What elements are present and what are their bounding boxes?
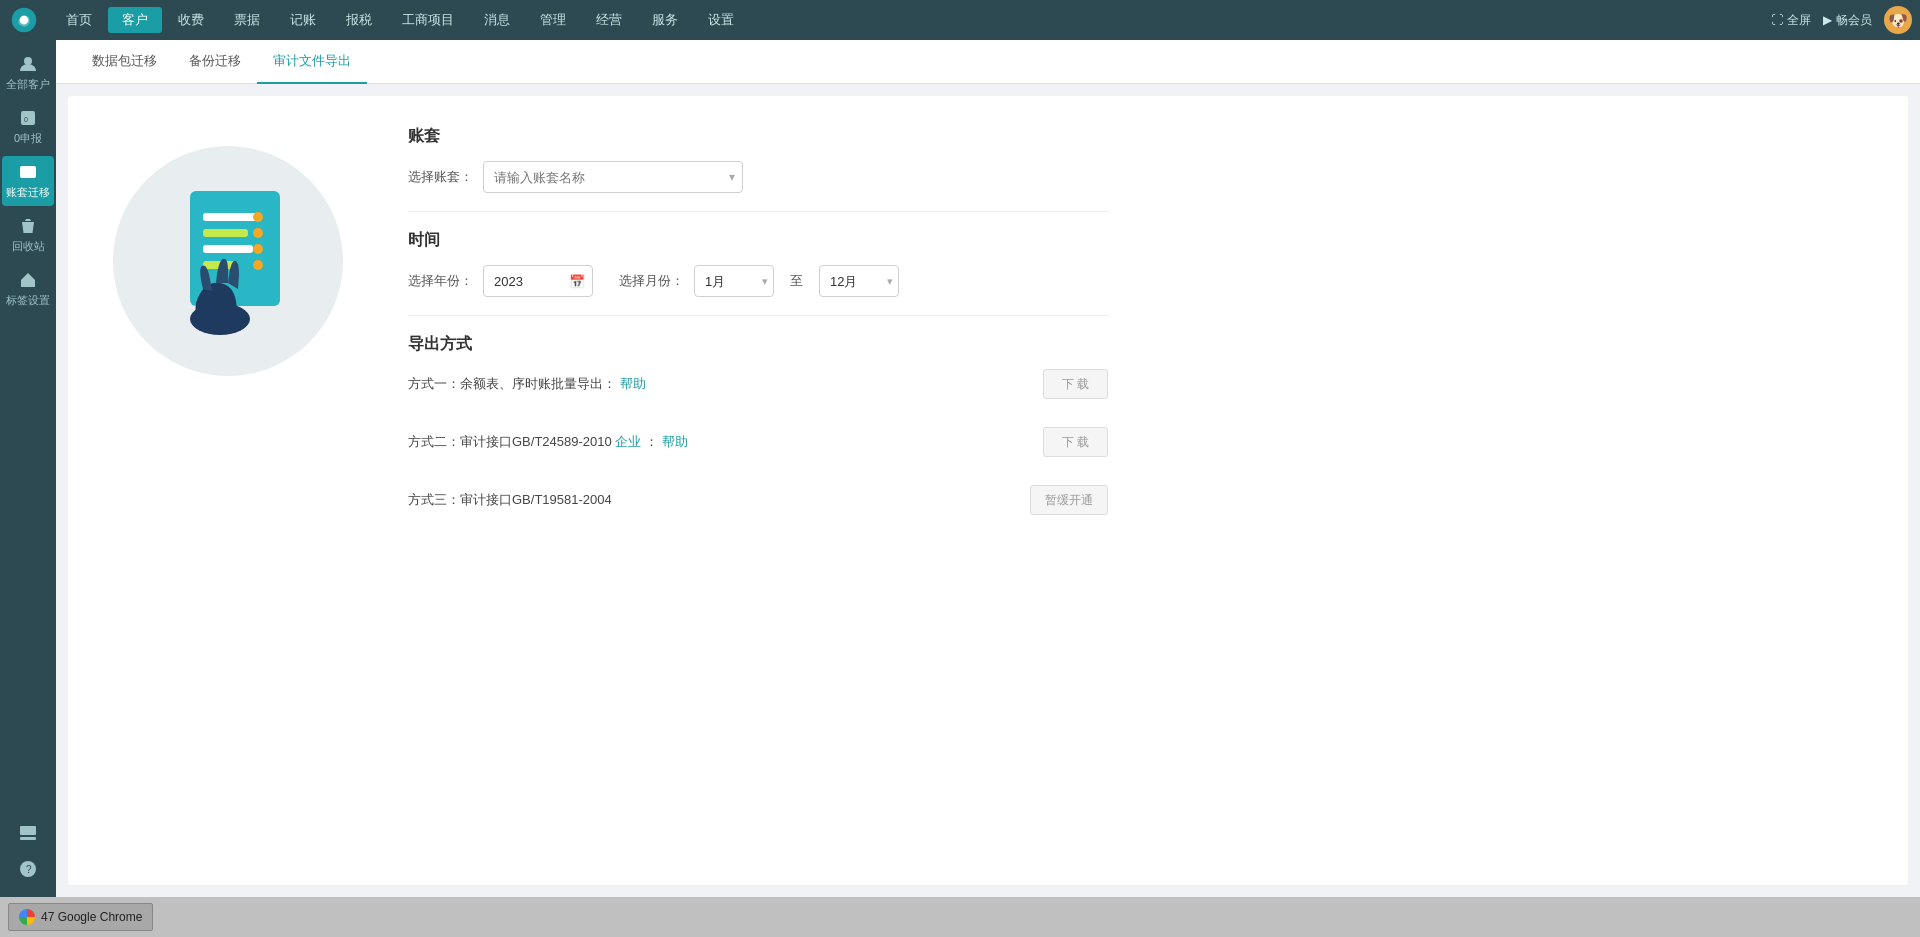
avatar[interactable]: 🐶 [1884,6,1912,34]
export-method-2: 方式二：审计接口GB/T24589-2010 企业 ： 帮助 下 载 [408,427,1108,457]
nav-service[interactable]: 服务 [638,7,692,33]
account-section-title: 账套 [408,126,1108,147]
export-method-3: 方式三：审计接口GB/T19581-2004 暂缓开通 [408,485,1108,515]
sidebar-item-help[interactable]: ? [2,853,54,885]
nav-home[interactable]: 首页 [52,7,106,33]
svg-point-6 [26,281,30,285]
top-nav: 首页 客户 收费 票据 记账 报税 工商项目 消息 管理 经营 服务 设置 ⛶ … [0,0,1920,40]
export-method-2-label: 方式二：审计接口GB/T24589-2010 企业 ： 帮助 [408,433,1043,451]
month-end-wrapper: 1月2月3月4月 5月6月7月8月 9月10月11月 12月 ▾ [819,265,899,297]
member-icon: ▶ [1823,13,1832,27]
app-logo [8,4,40,36]
nav-billing[interactable]: 收费 [164,7,218,33]
nav-manage[interactable]: 管理 [526,7,580,33]
svg-text:?: ? [26,864,32,875]
year-input-wrapper: 📅 [483,265,593,297]
sidebar-item-recycle[interactable]: 回收站 [2,210,54,260]
time-section-title: 时间 [408,230,1108,251]
account-select-label: 选择账套： [408,168,473,186]
svg-rect-8 [20,826,36,835]
svg-point-19 [253,260,263,270]
tab-data-migration[interactable]: 数据包迁移 [76,40,173,84]
divider-1 [408,211,1108,212]
month-label: 选择月份： [619,272,684,290]
nav-items: 首页 客户 收费 票据 记账 报税 工商项目 消息 管理 经营 服务 设置 [52,7,1771,33]
nav-bizproject[interactable]: 工商项目 [388,7,468,33]
export-method-3-label: 方式三：审计接口GB/T19581-2004 [408,491,1030,509]
top-nav-right: ⛶ 全屏 ▶ 畅会员 🐶 [1771,6,1912,34]
export-method-3-coming-soon-btn[interactable]: 暂缓开通 [1030,485,1108,515]
month-end-select[interactable]: 1月2月3月4月 5月6月7月8月 9月10月11月 12月 [819,265,899,297]
svg-point-1 [20,16,29,25]
year-input[interactable] [483,265,593,297]
divider-2 [408,315,1108,316]
nav-tax[interactable]: 报税 [332,7,386,33]
svg-point-16 [253,212,263,222]
svg-point-2 [24,57,32,65]
sidebar-item-all-customers[interactable]: 全部客户 [2,48,54,98]
year-label: 选择年份： [408,272,473,290]
taskbar-chrome[interactable]: 47 Google Chrome [8,903,153,931]
export-section-title: 导出方式 [408,334,1108,355]
tab-audit-export[interactable]: 审计文件导出 [257,40,367,84]
tab-bar: 数据包迁移 备份迁移 审计文件导出 [56,40,1920,84]
page-content: 账套 选择账套： ▾ 时间 选择年份： [68,96,1908,885]
nav-bookkeeping[interactable]: 记账 [276,7,330,33]
export-method-1-help[interactable]: 帮助 [620,376,646,391]
account-select-row: 选择账套： ▾ [408,161,1108,193]
sidebar-item-account-migration[interactable]: 账套迁移 [2,156,54,206]
time-separator: 至 [784,272,809,290]
fullscreen-icon: ⛶ [1771,13,1783,27]
form-panel: 账套 选择账套： ▾ 时间 选择年份： [408,126,1108,543]
sidebar-item-feedback[interactable] [2,817,54,849]
sidebar-item-label-settings[interactable]: 标签设置 [2,264,54,314]
nav-invoice[interactable]: 票据 [220,7,274,33]
fullscreen-button[interactable]: ⛶ 全屏 [1771,12,1811,29]
nav-settings[interactable]: 设置 [694,7,748,33]
svg-text:0: 0 [24,116,28,123]
content-area: 数据包迁移 备份迁移 审计文件导出 [56,40,1920,897]
month-start-select[interactable]: 1月2月3月4月 5月6月7月8月 9月10月11月12月 [694,265,774,297]
export-method-2-company[interactable]: 企业 [615,434,641,449]
svg-rect-14 [203,245,253,253]
svg-rect-7 [20,837,36,840]
nav-customers[interactable]: 客户 [108,7,162,33]
svg-point-18 [253,244,263,254]
svg-point-17 [253,228,263,238]
month-start-wrapper: 1月2月3月4月 5月6月7月8月 9月10月11月12月 ▾ [694,265,774,297]
nav-message[interactable]: 消息 [470,7,524,33]
nav-operation[interactable]: 经营 [582,7,636,33]
sidebar-item-zero-declaration[interactable]: 0 0申报 [2,102,54,152]
export-method-2-help[interactable]: 帮助 [662,434,688,449]
account-select-input[interactable] [483,161,743,193]
account-select-wrapper: ▾ [483,161,743,193]
illustration [108,126,348,396]
export-method-1-label: 方式一：余额表、序时账批量导出： 帮助 [408,375,1043,393]
export-method-2-download-btn[interactable]: 下 载 [1043,427,1108,457]
sidebar: 全部客户 0 0申报 账套迁移 回收站 标签设置 ? [0,40,56,897]
chrome-icon [19,909,35,925]
export-method-1: 方式一：余额表、序时账批量导出： 帮助 下 载 [408,369,1108,399]
main-layout: 全部客户 0 0申报 账套迁移 回收站 标签设置 ? [0,40,1920,897]
svg-rect-13 [203,229,248,237]
sidebar-bottom: ? [2,817,54,897]
svg-rect-12 [203,213,258,221]
page-inner: 账套 选择账套： ▾ 时间 选择年份： [108,126,1868,543]
illustration-circle [113,146,343,376]
time-row: 选择年份： 📅 选择月份： 1月2月3月4月 5月6月7月8月 9月10月11月… [408,265,1108,297]
tab-backup-migration[interactable]: 备份迁移 [173,40,257,84]
export-method-1-download-btn[interactable]: 下 载 [1043,369,1108,399]
member-button[interactable]: ▶ 畅会员 [1823,12,1872,29]
taskbar: 47 Google Chrome [0,897,1920,937]
